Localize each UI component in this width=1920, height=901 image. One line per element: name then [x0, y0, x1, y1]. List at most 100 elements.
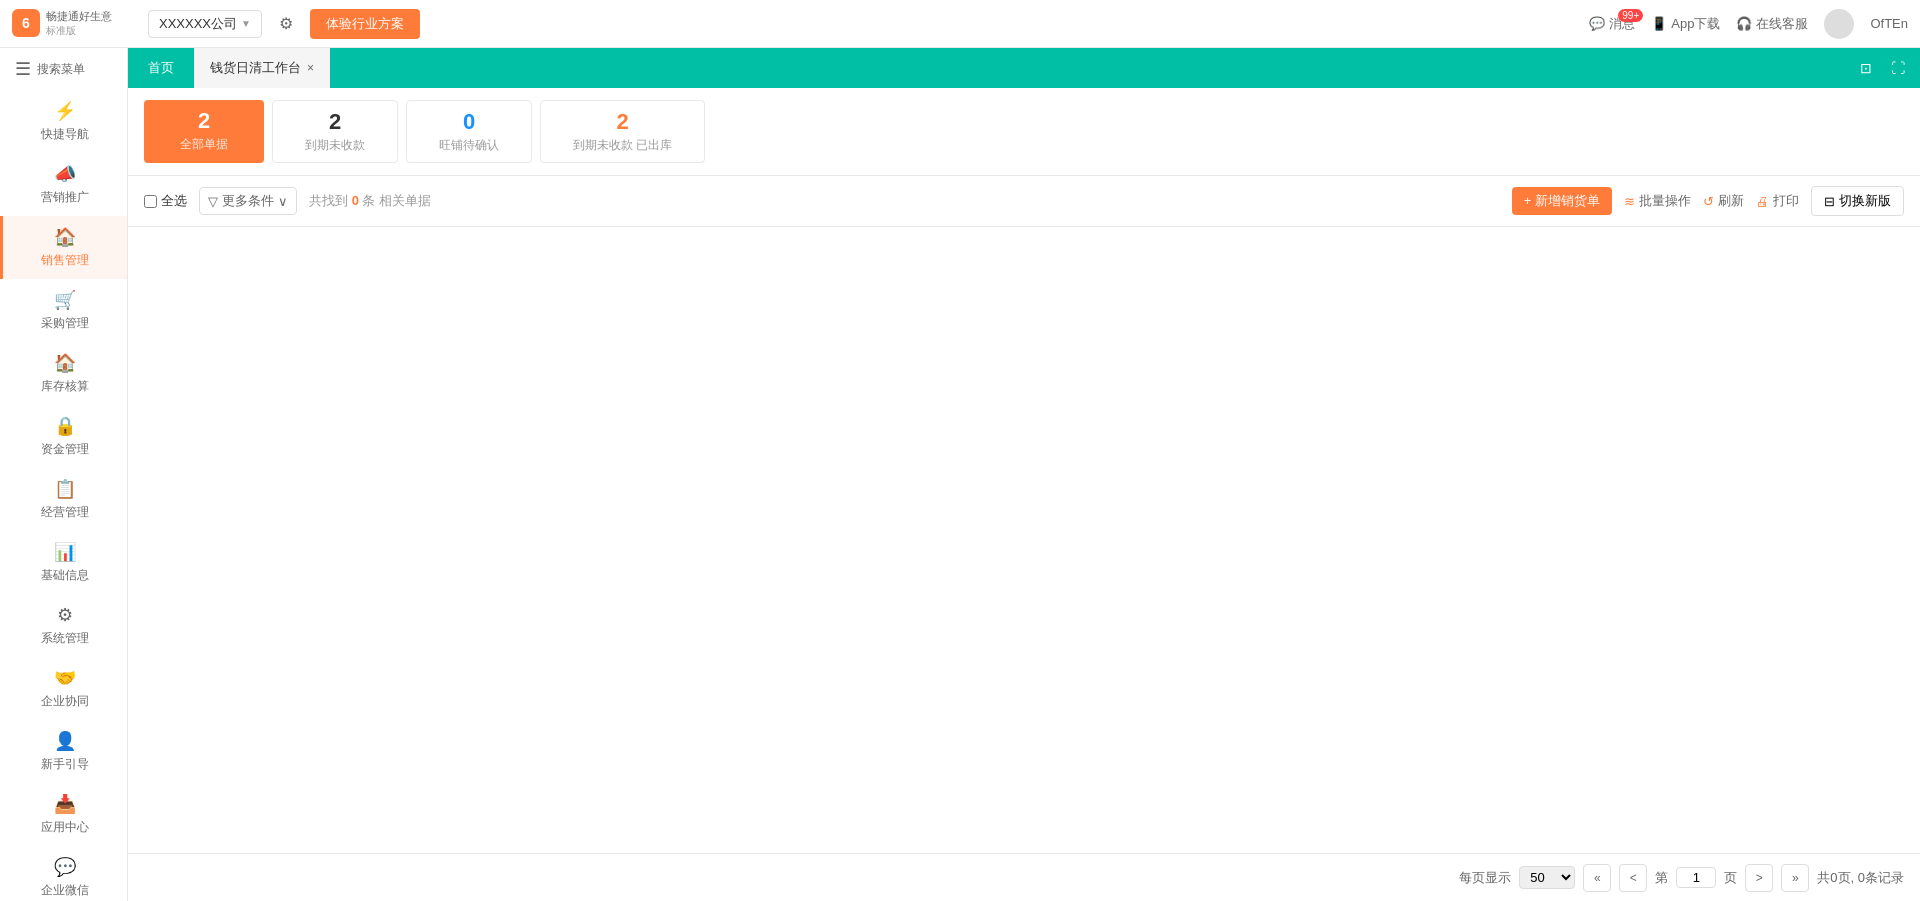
new-sales-btn[interactable]: + 新增销货单 — [1512, 187, 1612, 215]
purchase-icon: 🛒 — [54, 289, 76, 311]
inventory-label: 库存核算 — [41, 378, 89, 395]
stat-wangpu-label: 旺铺待确认 — [439, 137, 499, 154]
header-right: 💬 消息 99+ 📱 App下载 🎧 在线客服 OfTEn — [1589, 9, 1908, 39]
found-related: 相关单据 — [379, 193, 431, 208]
app-center-label: 应用中心 — [41, 819, 89, 836]
tab-fullscreen-btn[interactable]: ⛶ — [1884, 54, 1912, 82]
refresh-btn[interactable]: ↺ 刷新 — [1703, 192, 1744, 210]
sidebar-item-finance[interactable]: 🔒 资金管理 — [0, 405, 127, 468]
found-prefix: 共找到 — [309, 193, 348, 208]
company-name: XXXXXX公司 — [159, 15, 237, 33]
stat-overdue-number: 2 — [329, 109, 341, 135]
headset-icon: 🎧 — [1736, 16, 1752, 31]
switch-label: 切换新版 — [1839, 192, 1891, 210]
operation-label: 经营管理 — [41, 504, 89, 521]
tab-bar: 首页 钱货日清工作台 × ⊡ ⛶ — [128, 48, 1920, 88]
app-center-icon: 📥 — [54, 793, 76, 815]
page-summary: 共0页, 0条记录 — [1817, 869, 1904, 887]
logo-area: 6 畅捷通好生意 标准版 — [12, 9, 140, 37]
sidebar-item-purchase-mgmt[interactable]: 🛒 采购管理 — [0, 279, 127, 342]
avatar[interactable] — [1824, 9, 1854, 39]
enterprise-coop-icon: 🤝 — [54, 667, 76, 689]
sidebar-item-basic-info[interactable]: 📊 基础信息 — [0, 531, 127, 594]
page-suffix: 页 — [1724, 869, 1737, 887]
switch-version-btn[interactable]: ⊟ 切换新版 — [1811, 186, 1904, 216]
sidebar-item-sales-mgmt[interactable]: 🏠 销售管理 — [0, 216, 127, 279]
page-input[interactable] — [1676, 867, 1716, 888]
found-unit: 条 — [362, 193, 375, 208]
per-page-select[interactable]: 50 100 200 — [1519, 866, 1575, 889]
page-prev-btn[interactable]: < — [1619, 864, 1647, 892]
sidebar-item-operation[interactable]: 📋 经营管理 — [0, 468, 127, 531]
switch-icon: ⊟ — [1824, 194, 1835, 209]
print-btn[interactable]: 🖨 打印 — [1756, 192, 1799, 210]
table-area — [128, 227, 1920, 853]
stat-all-orders[interactable]: 2 全部单据 — [144, 100, 264, 163]
sidebar-item-quick-nav[interactable]: ⚡ 快捷导航 — [0, 90, 127, 153]
filter-btn[interactable]: ▽ 更多条件 ∨ — [199, 187, 297, 215]
tab-home[interactable]: 首页 — [128, 48, 194, 88]
page-next-btn[interactable]: > — [1745, 864, 1773, 892]
page-first-btn[interactable]: « — [1583, 864, 1611, 892]
username: OfTEn — [1870, 16, 1908, 31]
batch-operations-btn[interactable]: ≋ 批量操作 — [1624, 192, 1691, 210]
select-all-label: 全选 — [161, 192, 187, 210]
select-all-checkbox[interactable]: 全选 — [144, 192, 187, 210]
filter-label: 更多条件 — [222, 192, 274, 210]
content-area: 首页 钱货日清工作台 × ⊡ ⛶ 2 全部单据 2 到期未收款 — [128, 48, 1920, 901]
inner-content: 2 全部单据 2 到期未收款 0 旺铺待确认 2 到期未收款 已出库 — [128, 88, 1920, 901]
system-mgmt-label: 系统管理 — [41, 630, 89, 647]
tab-restore-btn[interactable]: ⊡ — [1852, 54, 1880, 82]
sidebar-item-search-menu[interactable]: ☰ 搜索菜单 — [0, 48, 127, 90]
per-page-label: 每页显示 — [1459, 869, 1511, 887]
sidebar-item-enterprise-wechat[interactable]: 💬 企业微信 — [0, 846, 127, 901]
print-label: 打印 — [1773, 192, 1799, 210]
found-count: 0 — [352, 193, 359, 208]
sidebar: ☰ 搜索菜单 ⚡ 快捷导航 📣 营销推广 🏠 销售管理 🛒 采购管理 🏠 库存核… — [0, 48, 128, 901]
sidebar-item-system-mgmt[interactable]: ⚙ 系统管理 — [0, 594, 127, 657]
stat-all-orders-label: 全部单据 — [180, 136, 228, 153]
refresh-icon: ↺ — [1703, 194, 1714, 209]
online-service-label: 在线客服 — [1756, 15, 1808, 33]
page-prefix: 第 — [1655, 869, 1668, 887]
app-download-btn[interactable]: 📱 App下载 — [1651, 15, 1720, 33]
stat-unshipped-number: 2 — [617, 109, 629, 135]
tab-qhrq[interactable]: 钱货日清工作台 × — [194, 48, 330, 88]
sidebar-item-enterprise-coop[interactable]: 🤝 企业协同 — [0, 657, 127, 720]
tab-home-label: 首页 — [148, 59, 174, 77]
stat-overdue-label: 到期未收款 — [305, 137, 365, 154]
settings-button[interactable]: ⚙ — [270, 8, 302, 40]
sales-icon: 🏠 — [54, 226, 76, 248]
toolbar-right: + 新增销货单 ≋ 批量操作 ↺ 刷新 🖨 打印 ⊟ — [1512, 186, 1904, 216]
messages-badge: 99+ — [1618, 9, 1643, 22]
company-selector[interactable]: XXXXXX公司 ▼ — [148, 10, 262, 38]
gear-icon: ⚙ — [279, 14, 293, 33]
sidebar-item-beginner-guide[interactable]: 👤 新手引导 — [0, 720, 127, 783]
trial-btn[interactable]: 体验行业方案 — [310, 9, 420, 39]
stat-overdue-unshipped[interactable]: 2 到期未收款 已出库 — [540, 100, 705, 163]
beginner-guide-label: 新手引导 — [41, 756, 89, 773]
marketing-icon: 📣 — [54, 163, 76, 185]
stat-wangpu-pending[interactable]: 0 旺铺待确认 — [406, 100, 532, 163]
select-all-input[interactable] — [144, 195, 157, 208]
system-mgmt-icon: ⚙ — [57, 604, 73, 626]
page-last-btn[interactable]: » — [1781, 864, 1809, 892]
sidebar-item-marketing[interactable]: 📣 营销推广 — [0, 153, 127, 216]
stat-overdue-uncollected[interactable]: 2 到期未收款 — [272, 100, 398, 163]
basic-info-icon: 📊 — [54, 541, 76, 563]
sidebar-item-app-center[interactable]: 📥 应用中心 — [0, 783, 127, 846]
message-icon: 💬 — [1589, 16, 1605, 31]
print-icon: 🖨 — [1756, 194, 1769, 209]
app-download-label: App下载 — [1671, 15, 1720, 33]
messages-btn[interactable]: 💬 消息 99+ — [1589, 15, 1635, 33]
tab-close-icon[interactable]: × — [307, 61, 314, 75]
online-service-btn[interactable]: 🎧 在线客服 — [1736, 15, 1808, 33]
batch-icon: ≋ — [1624, 194, 1635, 209]
tab-bar-actions: ⊡ ⛶ — [1852, 54, 1920, 82]
main-layout: ☰ 搜索菜单 ⚡ 快捷导航 📣 营销推广 🏠 销售管理 🛒 采购管理 🏠 库存核… — [0, 48, 1920, 901]
sidebar-item-inventory[interactable]: 🏠 库存核算 — [0, 342, 127, 405]
search-menu-label: 搜索菜单 — [37, 61, 85, 78]
tab-qhrq-label: 钱货日清工作台 — [210, 59, 301, 77]
stat-unshipped-label: 到期未收款 已出库 — [573, 137, 672, 154]
pagination-bar: 每页显示 50 100 200 « < 第 页 > » 共0页, 0条记录 — [128, 853, 1920, 901]
